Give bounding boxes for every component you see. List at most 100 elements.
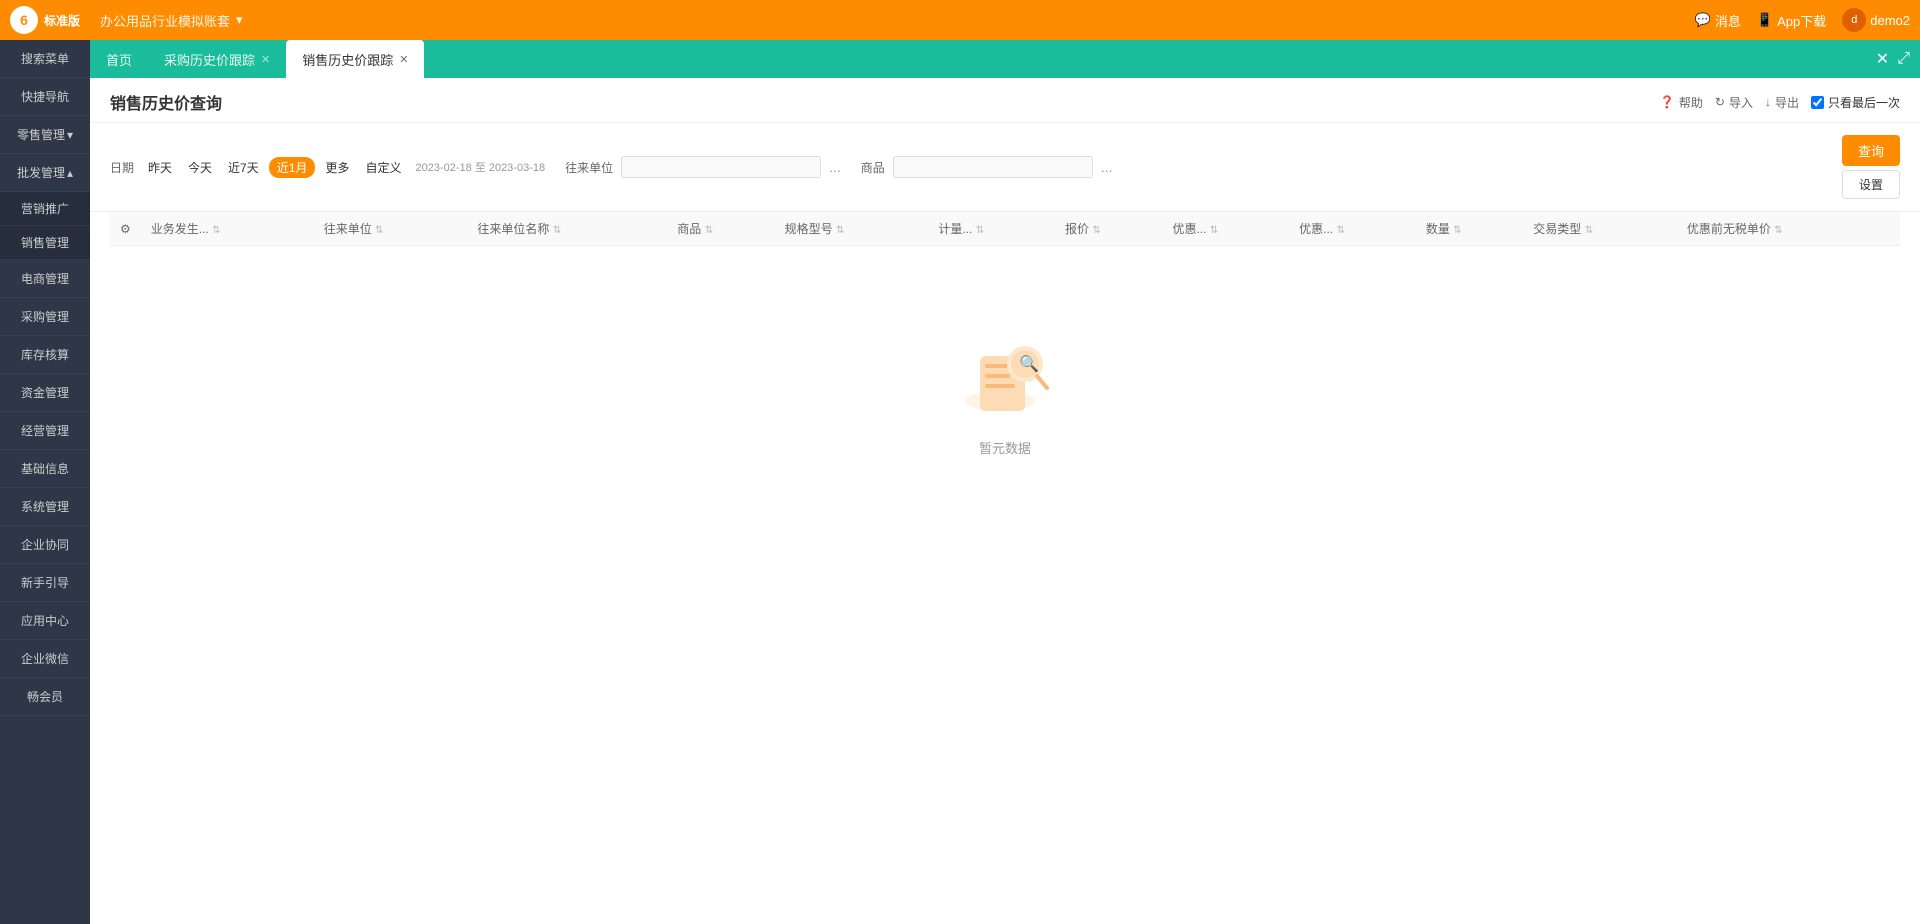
settings-button[interactable]: 设置 xyxy=(1842,170,1900,199)
sidebar-item-guide[interactable]: 新手引导 xyxy=(0,564,90,602)
sidebar-item-membership[interactable]: 畅会员 xyxy=(0,678,90,716)
page-header: 销售历史价查询 ❓ 帮助 ↻ 导入 ↓ 导出 xyxy=(90,78,1920,123)
date-filter-group: 日期 昨天 今天 近7天 近1月 更多 自定义 2023-02-18 至 202… xyxy=(110,157,545,178)
message-label: 消息 xyxy=(1715,11,1741,30)
dropdown-icon[interactable]: ▾ xyxy=(236,12,243,28)
sort-icon-price: ⇅ xyxy=(1092,225,1100,236)
col-partner-code[interactable]: 往来单位 ⇅ xyxy=(314,212,468,246)
only-last-checkbox-label[interactable]: 只看最后一次 xyxy=(1811,94,1900,111)
table-wrapper: ⚙ 业务发生... ⇅ 往来单位 ⇅ 往来单位名称 ⇅ xyxy=(90,212,1920,246)
sidebar-item-marketing[interactable]: 营销推广 xyxy=(0,192,90,226)
user-name: demo2 xyxy=(1870,13,1910,28)
sort-icon-product: ⇅ xyxy=(705,225,713,236)
sort-icon-pretax-price: ⇅ xyxy=(1774,225,1782,236)
date-btn-custom[interactable]: 自定义 xyxy=(359,157,407,178)
data-table: ⚙ 业务发生... ⇅ 往来单位 ⇅ 往来单位名称 ⇅ xyxy=(110,212,1900,246)
sidebar-item-basic-info[interactable]: 基础信息 xyxy=(0,450,90,488)
date-shortcuts: 昨天 今天 近7天 近1月 更多 自定义 xyxy=(142,157,407,178)
tab-home-label: 首页 xyxy=(106,50,132,69)
export-icon: ↓ xyxy=(1765,95,1771,109)
product-input[interactable] xyxy=(893,156,1093,178)
page-title: 销售历史价查询 xyxy=(110,90,222,114)
sidebar-item-purchase-mgmt[interactable]: 采购管理 xyxy=(0,298,90,336)
table-head: ⚙ 业务发生... ⇅ 往来单位 ⇅ 往来单位名称 ⇅ xyxy=(110,212,1900,246)
top-bar: 6 标准版 办公用品行业模拟账套 ▾ 💬 消息 📱 App下载 d demo2 xyxy=(0,0,1920,40)
top-bar-right: 💬 消息 📱 App下载 d demo2 xyxy=(1695,8,1910,32)
tab-sales-history-close[interactable]: ✕ xyxy=(399,53,408,66)
export-btn[interactable]: ↓ 导出 xyxy=(1765,94,1799,111)
empty-state: 🔍 暂元数据 xyxy=(90,246,1920,537)
maximize-icon[interactable]: ⤢ xyxy=(1897,50,1910,68)
sidebar-item-retail-mgmt[interactable]: 零售管理 ▾ xyxy=(0,116,90,154)
tab-purchase-history-close[interactable]: ✕ xyxy=(261,53,270,66)
col-price[interactable]: 报价 ⇅ xyxy=(1055,212,1162,246)
content-area: 首页 采购历史价跟踪 ✕ 销售历史价跟踪 ✕ ✕ ⤢ 销售历史价查询 xyxy=(90,40,1920,924)
close-window-icon[interactable]: ✕ xyxy=(1876,49,1889,69)
sort-icon-discount1: ⇅ xyxy=(1210,225,1218,236)
date-btn-last7days[interactable]: 近7天 xyxy=(222,157,265,178)
filter-bar: 日期 昨天 今天 近7天 近1月 更多 自定义 2023-02-18 至 202… xyxy=(90,123,1920,212)
date-btn-today[interactable]: 今天 xyxy=(182,157,218,178)
tab-sales-history[interactable]: 销售历史价跟踪 ✕ xyxy=(286,40,424,78)
only-last-label: 只看最后一次 xyxy=(1828,94,1900,111)
tab-home[interactable]: 首页 xyxy=(90,40,148,78)
col-discount2[interactable]: 优惠... ⇅ xyxy=(1289,212,1416,246)
sort-icon-partner-name: ⇅ xyxy=(553,225,561,236)
sidebar-item-inventory[interactable]: 库存核算 xyxy=(0,336,90,374)
chevron-up-icon: ▴ xyxy=(67,166,73,180)
logo-text: 标准版 xyxy=(44,12,80,29)
page-header-actions: ❓ 帮助 ↻ 导入 ↓ 导出 只看最后一次 xyxy=(1660,94,1900,111)
chevron-down-icon: ▾ xyxy=(67,128,73,142)
tab-bar: 首页 采购历史价跟踪 ✕ 销售历史价跟踪 ✕ ✕ ⤢ xyxy=(90,40,1920,78)
col-trade-type[interactable]: 交易类型 ⇅ xyxy=(1523,212,1677,246)
export-label: 导出 xyxy=(1775,94,1799,111)
partner-input[interactable] xyxy=(621,156,821,178)
app-download-btn[interactable]: 📱 App下载 xyxy=(1757,11,1826,30)
message-icon: 💬 xyxy=(1695,12,1711,28)
sort-icon-biz-date: ⇅ xyxy=(212,225,220,236)
col-spec[interactable]: 规格型号 ⇅ xyxy=(775,212,929,246)
sidebar-item-enterprise-wechat[interactable]: 企业微信 xyxy=(0,640,90,678)
sidebar-item-quick-nav[interactable]: 快捷导航 xyxy=(0,78,90,116)
logo-icon: 6 xyxy=(10,6,38,34)
help-label: 帮助 xyxy=(1679,94,1703,111)
col-quantity[interactable]: 数量 ⇅ xyxy=(1416,212,1523,246)
sidebar-item-sales-mgmt[interactable]: 销售管理 xyxy=(0,226,90,260)
sidebar-item-search-menu[interactable]: 搜索菜单 xyxy=(0,40,90,78)
sort-icon-trade-type: ⇅ xyxy=(1585,225,1593,236)
sidebar-item-finance[interactable]: 资金管理 xyxy=(0,374,90,412)
tab-purchase-history[interactable]: 采购历史价跟踪 ✕ xyxy=(148,40,286,78)
only-last-checkbox[interactable] xyxy=(1811,96,1824,109)
sidebar-item-operations[interactable]: 经营管理 xyxy=(0,412,90,450)
sidebar-item-app-center[interactable]: 应用中心 xyxy=(0,602,90,640)
user-menu[interactable]: d demo2 xyxy=(1842,8,1910,32)
col-unit[interactable]: 计量... ⇅ xyxy=(928,212,1055,246)
message-btn[interactable]: 💬 消息 xyxy=(1695,11,1741,30)
col-biz-date[interactable]: 业务发生... ⇅ xyxy=(141,212,314,246)
import-btn[interactable]: ↻ 导入 xyxy=(1715,94,1753,111)
date-btn-more[interactable]: 更多 xyxy=(319,157,355,178)
date-btn-last1month[interactable]: 近1月 xyxy=(269,157,316,178)
filter-actions: 查询 设置 xyxy=(1842,135,1900,199)
query-button[interactable]: 查询 xyxy=(1842,135,1900,166)
col-discount1[interactable]: 优惠... ⇅ xyxy=(1162,212,1289,246)
help-btn[interactable]: ❓ 帮助 xyxy=(1660,94,1703,111)
page-content: 销售历史价查询 ❓ 帮助 ↻ 导入 ↓ 导出 xyxy=(90,78,1920,924)
sidebar-item-enterprise[interactable]: 企业协同 xyxy=(0,526,90,564)
app-download-label: App下载 xyxy=(1777,11,1826,30)
product-dots: ... xyxy=(1101,159,1113,175)
date-btn-yesterday[interactable]: 昨天 xyxy=(142,157,178,178)
tab-bar-actions: ✕ ⤢ xyxy=(1876,49,1920,69)
app-title-area[interactable]: 办公用品行业模拟账套 ▾ xyxy=(100,11,1695,30)
partner-filter-group: 往来单位 ... xyxy=(565,156,841,178)
sidebar-item-wholesale-mgmt[interactable]: 批发管理 ▴ xyxy=(0,154,90,192)
col-settings[interactable]: ⚙ xyxy=(110,212,141,246)
col-pretax-price[interactable]: 优惠前无税单价 ⇅ xyxy=(1677,212,1900,246)
sidebar-item-system[interactable]: 系统管理 xyxy=(0,488,90,526)
sidebar-item-ecommerce[interactable]: 电商管理 xyxy=(0,260,90,298)
date-label: 日期 xyxy=(110,159,134,176)
avatar: d xyxy=(1842,8,1866,32)
empty-text: 暂元数据 xyxy=(979,438,1031,457)
col-product[interactable]: 商品 ⇅ xyxy=(667,212,774,246)
col-partner-name[interactable]: 往来单位名称 ⇅ xyxy=(467,212,667,246)
